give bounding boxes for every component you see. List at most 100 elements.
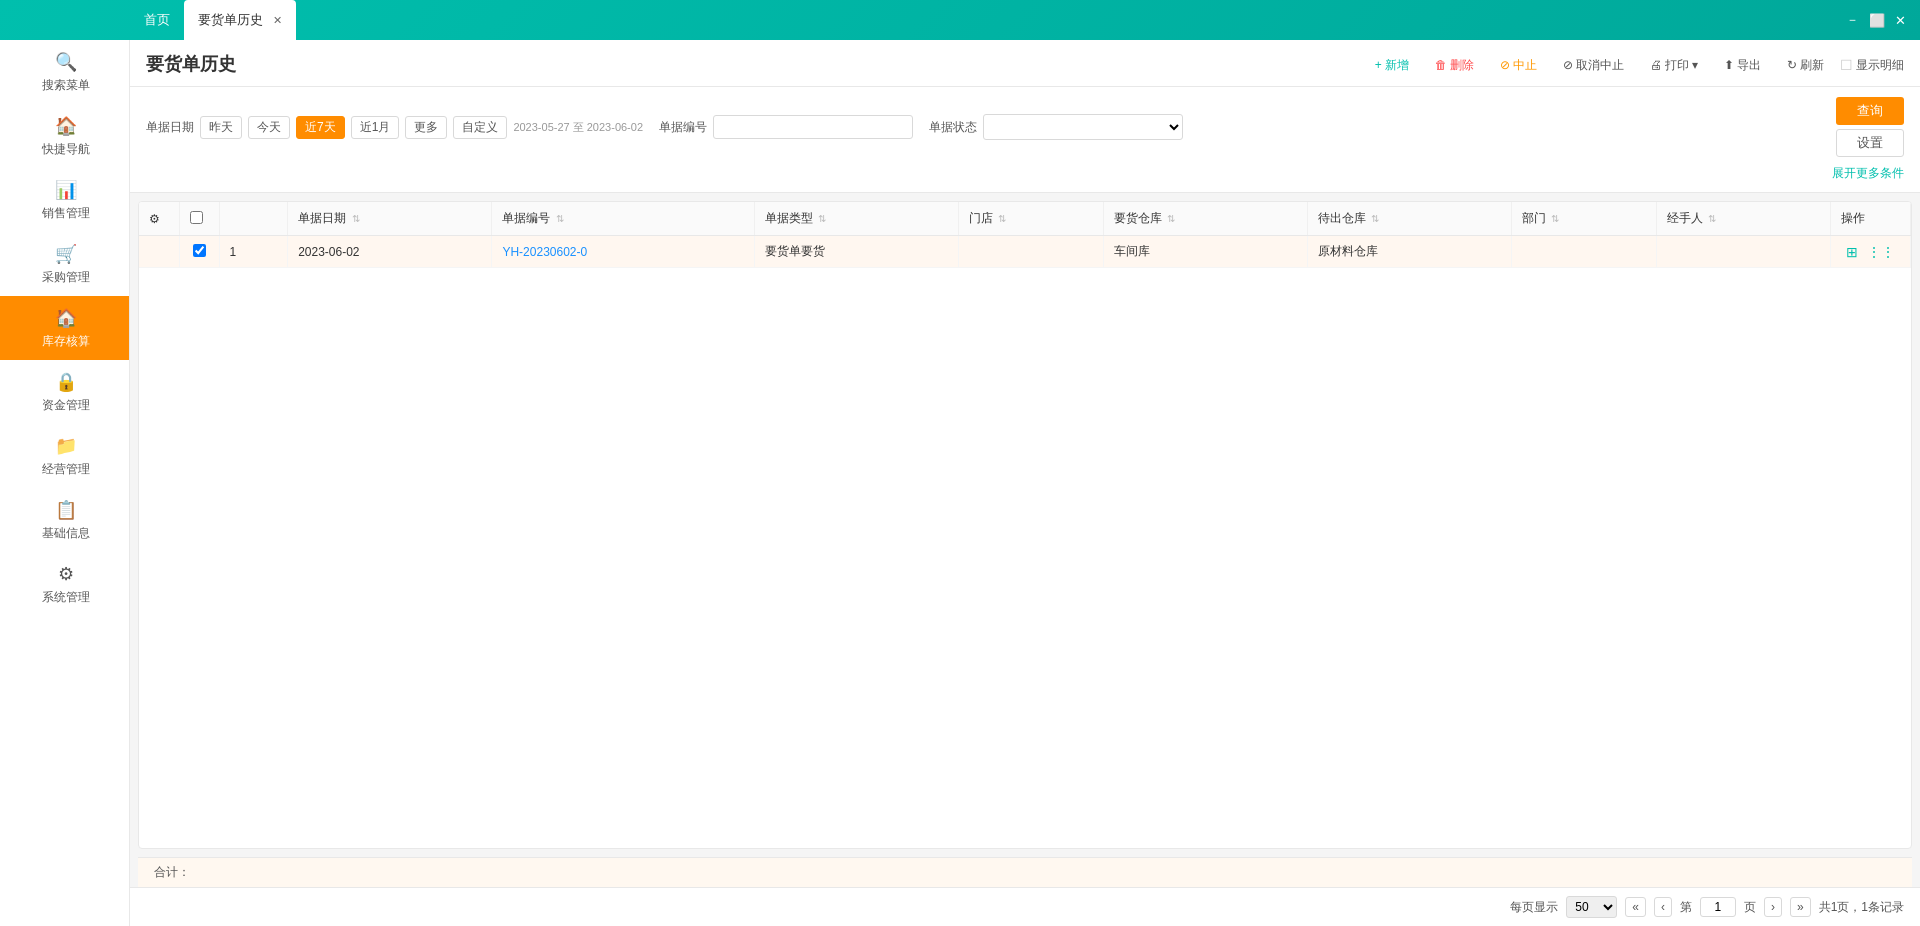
- more-action-icon[interactable]: ⋮⋮: [1867, 244, 1895, 260]
- th-type[interactable]: 单据类型 ⇅: [754, 202, 958, 236]
- new-button[interactable]: + 新增: [1365, 53, 1419, 78]
- sidebar-item-system-label: 系统管理: [42, 589, 90, 606]
- page-unit-label: 页: [1744, 899, 1756, 916]
- folder-icon: 📁: [55, 435, 77, 457]
- window-controls: － ⬜ ✕: [1846, 11, 1920, 29]
- td-no[interactable]: YH-20230602-0: [492, 236, 754, 268]
- top-bar: 首页 要货单历史 ✕ － ⬜ ✕: [0, 0, 1920, 40]
- sidebar-item-purchase[interactable]: 🛒 采购管理: [0, 232, 129, 296]
- th-pending-warehouse[interactable]: 待出仓库 ⇅: [1307, 202, 1511, 236]
- td-actions: ⊞ ⋮⋮: [1831, 236, 1911, 268]
- print-button[interactable]: 🖨 打印 ▾: [1640, 53, 1708, 78]
- td-date: 2023-06-02: [288, 236, 492, 268]
- export-button[interactable]: ⬆ 导出: [1714, 53, 1771, 78]
- tab-home[interactable]: 首页: [130, 0, 184, 40]
- th-index: [219, 202, 288, 236]
- maximize-icon[interactable]: ⬜: [1869, 13, 1885, 28]
- filter-settings-button[interactable]: 设置: [1836, 129, 1904, 157]
- td-store: [958, 236, 1103, 268]
- date-filter-label: 单据日期: [146, 119, 194, 136]
- sort-store-icon: ⇅: [998, 213, 1006, 224]
- date-range-display: 2023-05-27 至 2023-06-02: [513, 120, 643, 135]
- display-detail-toggle[interactable]: ☐ 显示明细: [1840, 57, 1904, 74]
- sidebar-item-search[interactable]: 🔍 搜索菜单: [0, 40, 129, 104]
- sidebar-item-basic[interactable]: 📋 基础信息: [0, 488, 129, 552]
- select-all-checkbox[interactable]: [190, 211, 203, 224]
- th-req-warehouse[interactable]: 要货仓库 ⇅: [1103, 202, 1307, 236]
- doc-no-input[interactable]: [713, 115, 913, 139]
- date-filter-buttons: 昨天 今天 近7天 近1月 更多 自定义: [200, 116, 507, 139]
- sidebar-item-sales[interactable]: 📊 销售管理: [0, 168, 129, 232]
- expand-row: 展开更多条件: [146, 165, 1904, 182]
- table-header-row: ⚙ 单据日期 ⇅ 单据编号 ⇅ 单据类型 ⇅: [139, 202, 1911, 236]
- sidebar-item-basic-label: 基础信息: [42, 525, 90, 542]
- next-page-btn[interactable]: ›: [1764, 897, 1782, 917]
- cancel-stop-icon: ⊘: [1563, 58, 1573, 72]
- lock-icon: 🔒: [55, 371, 77, 393]
- date-yesterday-btn[interactable]: 昨天: [200, 116, 242, 139]
- sidebar-item-quicknav[interactable]: 🏠 快捷导航: [0, 104, 129, 168]
- td-checkbox[interactable]: [179, 236, 219, 268]
- page-size-select[interactable]: 50 100 200: [1566, 896, 1617, 918]
- stop-icon: ⊘: [1500, 58, 1510, 72]
- checkbox-icon: ☐: [1840, 57, 1853, 73]
- tab-home-label: 首页: [144, 11, 170, 29]
- query-button[interactable]: 查询: [1836, 97, 1904, 125]
- date-last1month-btn[interactable]: 近1月: [351, 116, 400, 139]
- filter-date-group: 单据日期 昨天 今天 近7天 近1月 更多 自定义 2023-05-27 至 2…: [146, 116, 643, 139]
- stop-button[interactable]: ⊘ 中止: [1490, 53, 1547, 78]
- sidebar-item-operations[interactable]: 📁 经营管理: [0, 424, 129, 488]
- date-today-btn[interactable]: 今天: [248, 116, 290, 139]
- expand-more-btn[interactable]: 展开更多条件: [1832, 165, 1904, 182]
- date-custom-btn[interactable]: 自定义: [453, 116, 507, 139]
- th-date[interactable]: 单据日期 ⇅: [288, 202, 492, 236]
- sidebar: 🔍 搜索菜单 🏠 快捷导航 📊 销售管理 🛒 采购管理 🏠 库存核算 🔒 资金管…: [0, 40, 130, 926]
- sidebar-item-purchase-label: 采购管理: [42, 269, 90, 286]
- delete-button[interactable]: 🗑 删除: [1425, 53, 1484, 78]
- sort-date-icon: ⇅: [352, 213, 360, 224]
- th-no[interactable]: 单据编号 ⇅: [492, 202, 754, 236]
- minimize-icon[interactable]: －: [1846, 11, 1859, 29]
- page-number-input[interactable]: [1700, 897, 1736, 917]
- date-more-btn[interactable]: 更多: [405, 116, 447, 139]
- prev-page-btn[interactable]: ‹: [1654, 897, 1672, 917]
- tab-yaohuodan[interactable]: 要货单历史 ✕: [184, 0, 296, 40]
- tab-close-icon[interactable]: ✕: [273, 14, 282, 27]
- last-page-btn[interactable]: »: [1790, 897, 1811, 917]
- sidebar-item-system[interactable]: ⚙ 系统管理: [0, 552, 129, 616]
- home-icon: 🏠: [55, 115, 77, 137]
- print-icon: 🖨: [1650, 58, 1662, 72]
- filter-action-buttons: 查询 设置: [1836, 97, 1904, 157]
- total-info-label: 共1页，1条记录: [1819, 899, 1904, 916]
- inventory-icon: 🏠: [55, 307, 77, 329]
- th-checkbox[interactable]: [179, 202, 219, 236]
- table-footer: 合计：: [138, 857, 1912, 887]
- td-handler: [1656, 236, 1830, 268]
- th-handler[interactable]: 经手人 ⇅: [1656, 202, 1830, 236]
- doc-status-select[interactable]: [983, 114, 1183, 140]
- view-action-icon[interactable]: ⊞: [1846, 244, 1858, 260]
- sidebar-item-sales-label: 销售管理: [42, 205, 90, 222]
- sidebar-item-finance[interactable]: 🔒 资金管理: [0, 360, 129, 424]
- date-last7-btn[interactable]: 近7天: [296, 116, 345, 139]
- first-page-btn[interactable]: «: [1625, 897, 1646, 917]
- refresh-button[interactable]: ↻ 刷新: [1777, 53, 1834, 78]
- row-checkbox[interactable]: [193, 244, 206, 257]
- sort-no-icon: ⇅: [556, 213, 564, 224]
- cart-icon: 🛒: [55, 243, 77, 265]
- th-dept[interactable]: 部门 ⇅: [1511, 202, 1656, 236]
- sidebar-item-inventory[interactable]: 🏠 库存核算: [0, 296, 129, 360]
- sort-type-icon: ⇅: [818, 213, 826, 224]
- page-label: 第: [1680, 899, 1692, 916]
- close-window-icon[interactable]: ✕: [1895, 13, 1906, 28]
- pagination-bar: 每页显示 50 100 200 « ‹ 第 页 › » 共1页，1条记录: [130, 887, 1920, 926]
- cancel-stop-button[interactable]: ⊘ 取消中止: [1553, 53, 1634, 78]
- th-settings[interactable]: ⚙: [139, 202, 179, 236]
- sidebar-item-quicknav-label: 快捷导航: [42, 141, 90, 158]
- doc-link[interactable]: YH-20230602-0: [502, 245, 587, 259]
- th-store[interactable]: 门店 ⇅: [958, 202, 1103, 236]
- th-actions: 操作: [1831, 202, 1911, 236]
- sidebar-item-inventory-label: 库存核算: [42, 333, 90, 350]
- doc-no-filter-label: 单据编号: [659, 119, 707, 136]
- td-req-warehouse: 车间库: [1103, 236, 1307, 268]
